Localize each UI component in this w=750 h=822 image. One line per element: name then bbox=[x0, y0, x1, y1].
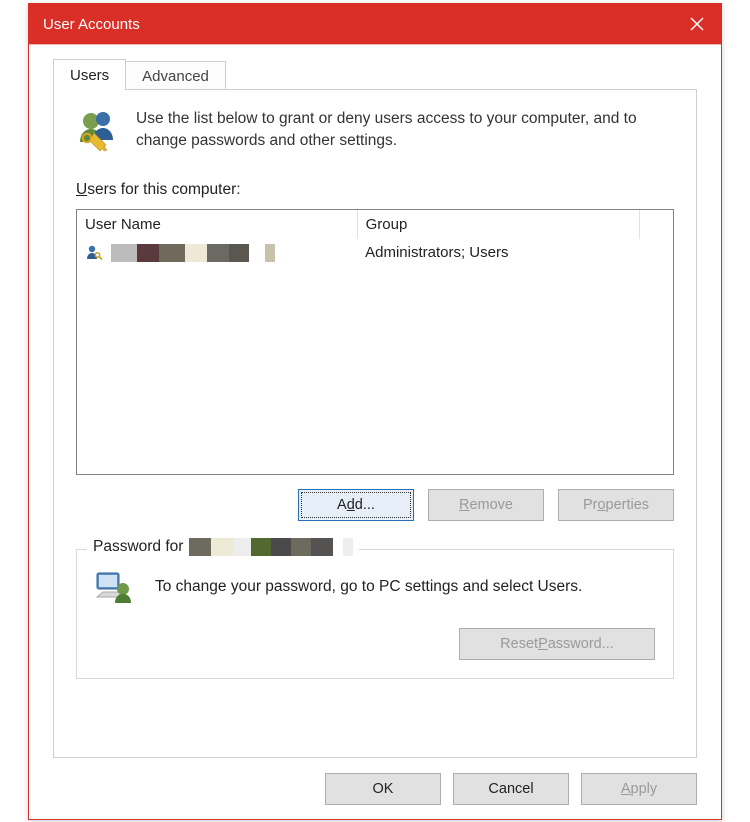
title-bar: User Accounts bbox=[29, 4, 721, 44]
legend-username-redacted bbox=[189, 538, 353, 556]
username-redacted bbox=[111, 244, 275, 262]
users-list[interactable]: User Name Group bbox=[76, 209, 674, 475]
intro-text: Use the list below to grant or deny user… bbox=[136, 108, 674, 153]
tab-advanced[interactable]: Advanced bbox=[125, 61, 226, 91]
tab-panel-users: Use the list below to grant or deny user… bbox=[53, 89, 697, 758]
client-area: Users Advanced Use the list below to gra… bbox=[29, 44, 721, 819]
close-icon bbox=[690, 17, 704, 31]
close-button[interactable] bbox=[673, 4, 721, 44]
intro-row: Use the list below to grant or deny user… bbox=[76, 108, 674, 153]
users-list-label: Users for this computer: bbox=[76, 181, 674, 199]
password-hint-text: To change your password, go to PC settin… bbox=[155, 570, 582, 598]
properties-button[interactable]: Properties bbox=[558, 489, 674, 521]
table-row[interactable]: Administrators; Users bbox=[77, 239, 673, 267]
tab-users[interactable]: Users bbox=[53, 59, 126, 90]
cell-group: Administrators; Users bbox=[357, 239, 639, 267]
user-key-icon bbox=[95, 570, 135, 610]
apply-button[interactable]: Apply bbox=[581, 773, 697, 805]
user-accounts-window: User Accounts Users Advanced bbox=[28, 3, 722, 820]
users-table: User Name Group bbox=[77, 210, 673, 267]
password-hint-row: To change your password, go to PC settin… bbox=[95, 570, 655, 610]
tab-strip: Users Advanced bbox=[29, 45, 721, 90]
user-row-icon bbox=[85, 244, 103, 262]
remove-button[interactable]: Remove bbox=[428, 489, 544, 521]
window-title: User Accounts bbox=[43, 16, 673, 33]
col-group[interactable]: Group bbox=[357, 210, 639, 239]
dialog-buttons: OK Cancel Apply bbox=[29, 759, 721, 819]
password-fieldset: Password for bbox=[76, 549, 674, 679]
password-legend: Password for bbox=[87, 538, 359, 556]
col-username[interactable]: User Name bbox=[77, 210, 357, 239]
reset-password-button[interactable]: Reset Password... bbox=[459, 628, 655, 660]
ok-button[interactable]: OK bbox=[325, 773, 441, 805]
cancel-button[interactable]: Cancel bbox=[453, 773, 569, 805]
users-keys-icon bbox=[76, 108, 120, 152]
add-button[interactable]: Add... bbox=[298, 489, 414, 521]
user-buttons-row: Add... Remove Properties bbox=[76, 489, 674, 521]
col-spacer bbox=[639, 210, 673, 239]
